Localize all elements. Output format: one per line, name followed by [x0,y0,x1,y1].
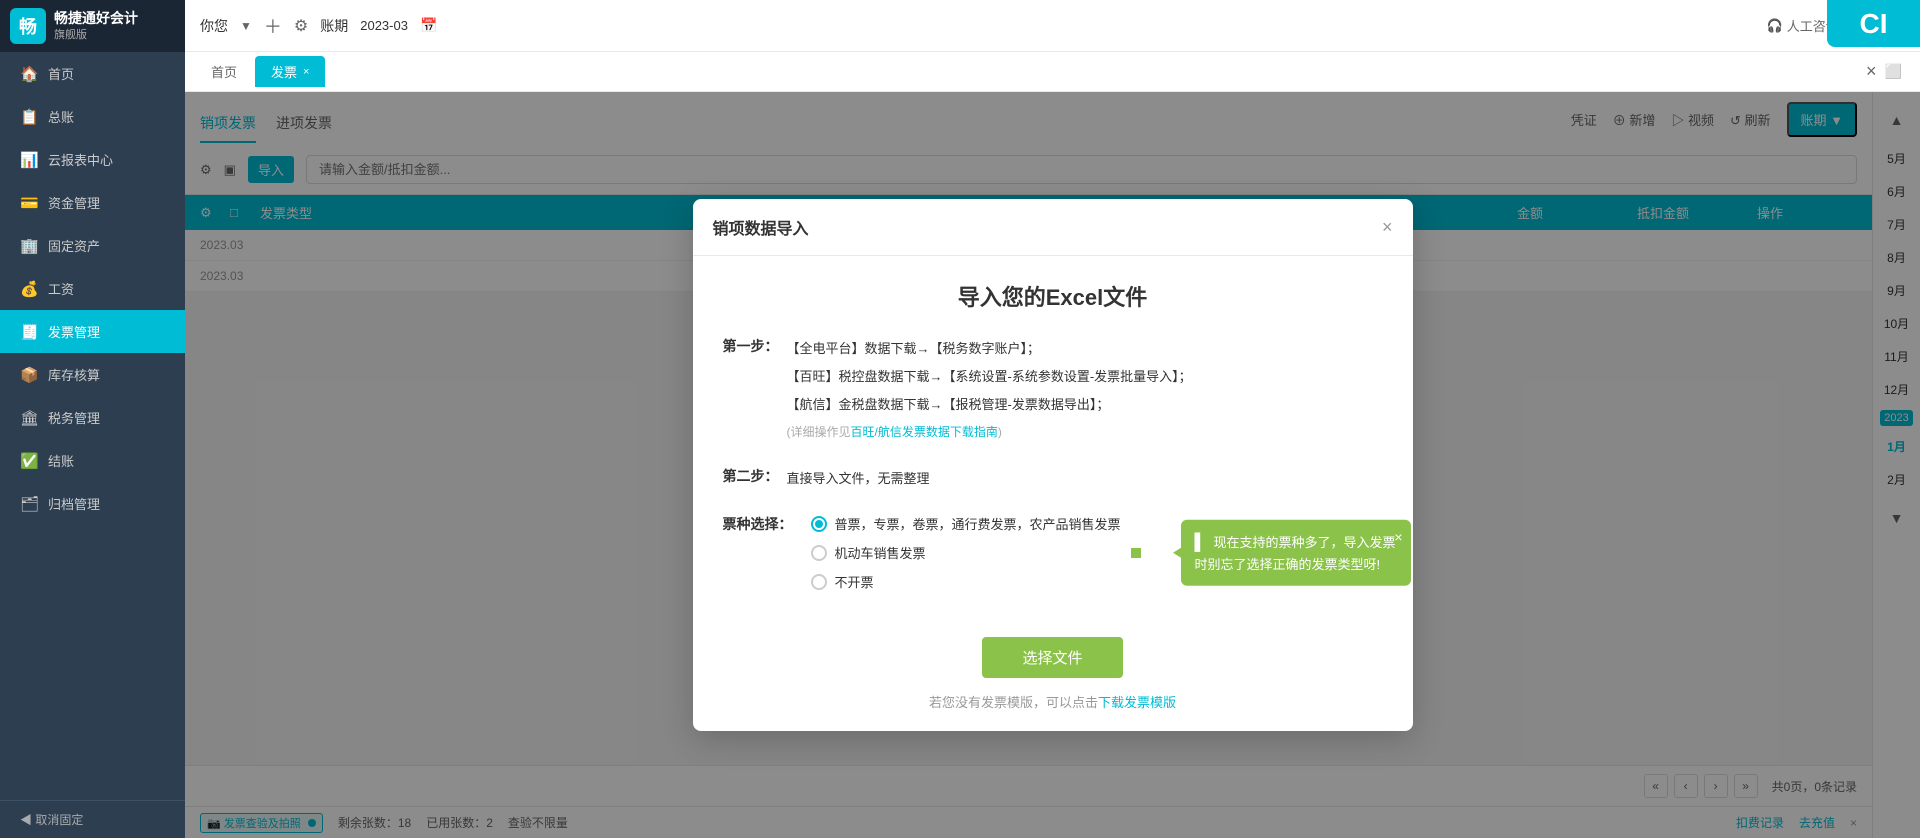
app-logo: 畅 [10,8,46,44]
radio-item-2[interactable]: 不开票 [811,572,1121,591]
download-template-link[interactable]: 下载发票模版 [1098,695,1176,710]
tax-icon: 🏛 [20,409,38,427]
sidebar-item-salary[interactable]: 💰 工资 [0,267,185,310]
tab-home[interactable]: 首页 [195,56,253,87]
sidebar-item-archive[interactable]: 🗂 归档管理 [0,482,185,525]
window-maximize-icon[interactable]: ⬜ [1885,63,1902,80]
tooltip-bar-icon: ▌ [1195,533,1206,550]
sidebar-item-cloud[interactable]: 📊 云报表中心 [0,138,185,181]
headphone-icon: 🎧 [1767,18,1783,34]
sidebar-label-home: 首页 [48,64,74,83]
content-area: 销项发票 进项发票 凭证 ⊕ 新增 ▷ 视频 ↺ 刷新 账期 ▼ [185,92,1920,838]
sidebar-item-invoice[interactable]: 🧾 发票管理 [0,310,185,353]
app-subtitle: 旗舰版 [54,26,138,42]
sidebar-label-archive: 归档管理 [48,494,100,513]
ci-badge: CI [1827,0,1920,47]
tooltip-close-btn[interactable]: × [1394,525,1402,547]
sidebar-label-assets: 固定资产 [48,236,100,255]
modal-footer: 选择文件 若您没有发票模版，可以点击下载发票模版 [693,627,1413,731]
cloud-icon: 📊 [20,151,38,169]
invoice-icon: 🧾 [20,323,38,341]
settings-icon[interactable]: ⚙ [294,16,308,36]
ticket-choice-block: 票种选择： 普票，专票，卷票，通行费发票，农产品销售发票 机动车销售发票 [723,514,1383,591]
step2-block: 第二步： 直接导入文件，无需整理 [723,466,1383,494]
modal-title: 销项数据导入 [713,215,809,239]
calendar-icon[interactable]: 📅 [420,17,437,34]
sidebar: 畅 畅捷通好会计 旗舰版 🏠 首页 📋 总账 📊 云报表中心 💳 资金管 [0,0,185,838]
radio-item-1[interactable]: 机动车销售发票 × ▌ 现在支持的票种多了，导入发票时别忘了选择正确的发票类型呀… [811,543,1121,562]
modal-close-button[interactable]: × [1382,218,1393,236]
step1-hint: (详细操作见百旺/航信发票数据下载指南) [787,420,1192,444]
modal-hint: 若您没有发票模版，可以点击下载发票模版 [723,692,1383,711]
sidebar-label-inventory: 库存核算 [48,365,100,384]
radio-circle-1 [811,545,827,561]
step2-label: 第二步： [723,466,779,486]
tooltip-connector-dot [1131,548,1141,558]
main-content: 你您 ▼ ＋ ⚙ 账期 2023-03 📅 🎧 人工咨询 👤 用友 首页 [185,0,1920,838]
home-icon: 🏠 [20,65,38,83]
sidebar-label-fund: 资金管理 [48,193,100,212]
account-selector[interactable]: 你您 [200,16,228,36]
period-label: 账期 [320,16,348,36]
account-dropdown-icon[interactable]: ▼ [240,19,252,33]
sidebar-header: 畅 畅捷通好会计 旗舰版 [0,0,185,52]
sidebar-pin-label: ◀ [20,813,32,827]
modal-header: 销项数据导入 × [693,199,1413,256]
topbar: 你您 ▼ ＋ ⚙ 账期 2023-03 📅 🎧 人工咨询 👤 用友 [185,0,1920,52]
ticket-label: 票种选择： [723,514,793,534]
sidebar-label-settle: 结账 [48,451,74,470]
modal-main-title: 导入您的Excel文件 [723,280,1383,312]
tabbar: 首页 发票 × × ⬜ [185,52,1920,92]
tooltip-bubble: × ▌ 现在支持的票种多了，导入发票时别忘了选择正确的发票类型呀! [1181,519,1411,585]
tab-close-icon[interactable]: × [303,66,309,78]
select-file-button[interactable]: 选择文件 [982,637,1122,678]
sidebar-item-fund[interactable]: 💳 资金管理 [0,181,185,224]
radio-circle-2 [811,574,827,590]
sidebar-item-settle[interactable]: ✅ 结账 [0,439,185,482]
step2-content: 直接导入文件，无需整理 [787,466,930,494]
step1-label: 第一步： [723,336,779,438]
guide-link[interactable]: 百旺/航信发票数据下载指南 [851,425,998,439]
sidebar-item-inventory[interactable]: 📦 库存核算 [0,353,185,396]
step1-block: 第一步： 【全电平台】数据下载→【税务数字账户】； 【百旺】税控盘数据下载→【系… [723,336,1383,446]
sidebar-item-assets[interactable]: 🏢 固定资产 [0,224,185,267]
period-value: 2023-03 [360,18,408,33]
tab-home-label: 首页 [211,62,237,81]
add-tab-button[interactable]: ＋ [264,13,282,39]
sidebar-item-tax[interactable]: 🏛 税务管理 [0,396,185,439]
sidebar-label-cloud: 云报表中心 [48,150,113,169]
sidebar-footer[interactable]: ◀ 取消固定 [0,800,185,838]
radio-group: 普票，专票，卷票，通行费发票，农产品销售发票 机动车销售发票 [801,514,1121,591]
sidebar-label-ledger: 总账 [48,107,74,126]
app-title: 畅捷通好会计 [54,10,138,27]
sidebar-nav: 🏠 首页 📋 总账 📊 云报表中心 💳 资金管理 🏢 固定资产 💰 工资 [0,52,185,800]
modal-body: 导入您的Excel文件 第一步： 【全电平台】数据下载→【税务数字账户】； 【百… [693,256,1413,627]
import-modal: 销项数据导入 × 导入您的Excel文件 第一步： 【全电平台】数据下载→【税务… [693,199,1413,731]
salary-icon: 💰 [20,280,38,298]
radio-circle-0 [811,516,827,532]
radio-item-0[interactable]: 普票，专票，卷票，通行费发票，农产品销售发票 [811,514,1121,533]
sidebar-label-invoice: 发票管理 [48,322,100,341]
window-close-icon[interactable]: × [1866,61,1877,82]
archive-icon: 🗂 [20,495,38,513]
tab-invoice-label: 发票 [271,62,297,81]
sidebar-item-ledger[interactable]: 📋 总账 [0,95,185,138]
sidebar-item-home[interactable]: 🏠 首页 [0,52,185,95]
step1-content: 【全电平台】数据下载→【税务数字账户】； 【百旺】税控盘数据下载→【系统设置-系… [787,336,1192,446]
settle-icon: ✅ [20,452,38,470]
tab-invoice[interactable]: 发票 × [255,56,325,87]
inventory-icon: 📦 [20,366,38,384]
modal-overlay: 销项数据导入 × 导入您的Excel文件 第一步： 【全电平台】数据下载→【税务… [185,92,1920,838]
sidebar-label-salary: 工资 [48,279,74,298]
fund-icon: 💳 [20,194,38,212]
assets-icon: 🏢 [20,237,38,255]
sidebar-label-tax: 税务管理 [48,408,100,427]
ledger-icon: 📋 [20,108,38,126]
